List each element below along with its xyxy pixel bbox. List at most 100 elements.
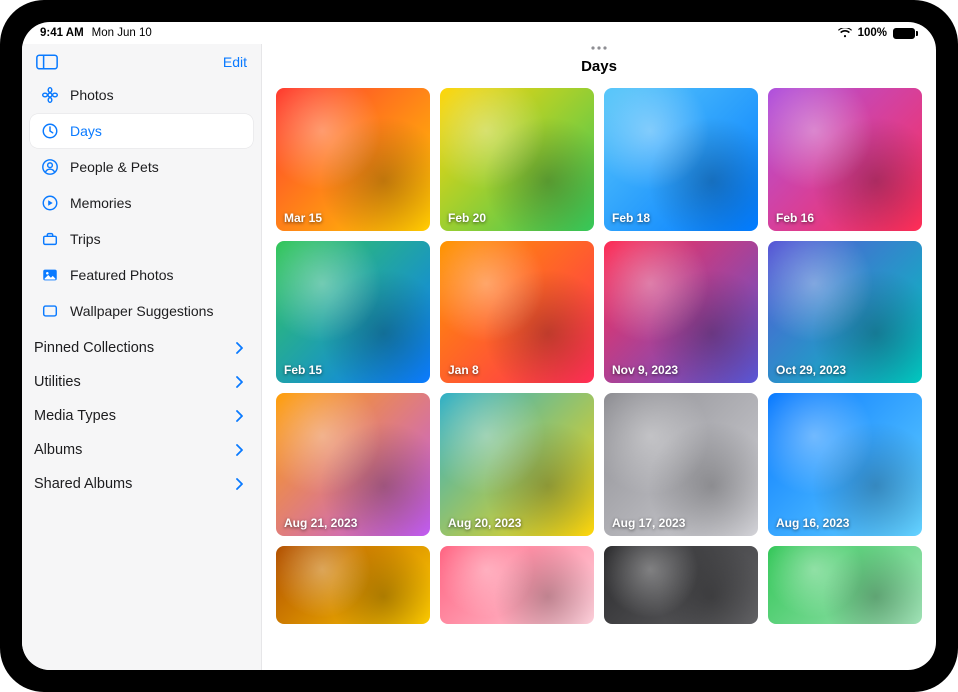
sidebar-item-wallpaper[interactable]: Wallpaper Suggestions xyxy=(30,294,253,328)
status-time: 9:41 AM xyxy=(40,27,84,39)
main-header: Days xyxy=(262,44,936,88)
status-bar: 9:41 AM Mon Jun 10 100% xyxy=(22,22,936,44)
chevron-right-icon xyxy=(235,376,243,388)
sidebar-group-label: Albums xyxy=(34,442,82,458)
sidebar-group-pinned[interactable]: Pinned Collections xyxy=(30,332,253,364)
tile-date-label: Nov 9, 2023 xyxy=(612,363,678,377)
sidebar-item-label: Memories xyxy=(70,195,131,211)
screen: 9:41 AM Mon Jun 10 100% E xyxy=(22,22,936,670)
day-tile[interactable]: Aug 21, 2023 xyxy=(276,393,430,536)
photo-thumbnail xyxy=(768,546,922,624)
chevron-right-icon xyxy=(235,342,243,354)
photo-thumbnail xyxy=(768,393,922,536)
sidebar-item-featured[interactable]: Featured Photos xyxy=(30,258,253,292)
sidebar-item-memories[interactable]: Memories xyxy=(30,186,253,220)
sidebar-item-label: Days xyxy=(70,123,102,139)
sidebar-item-trips[interactable]: Trips xyxy=(30,222,253,256)
sidebar: Edit Photos Days People & Pets Memories Trip… xyxy=(22,44,262,670)
wifi-icon xyxy=(838,28,852,38)
tile-date-label: Feb 15 xyxy=(284,363,322,377)
sidebar-item-people[interactable]: People & Pets xyxy=(30,150,253,184)
chevron-right-icon xyxy=(235,444,243,456)
tile-date-label: Feb 20 xyxy=(448,211,486,225)
sidebar-group-list: Pinned Collections Utilities Media Types Al… xyxy=(30,332,253,500)
sidebar-item-label: Wallpaper Suggestions xyxy=(70,303,213,319)
rect-icon xyxy=(40,301,60,321)
photo-thumbnail xyxy=(440,241,594,384)
content-area: Edit Photos Days People & Pets Memories Trip… xyxy=(22,44,936,670)
tile-date-label: Jan 8 xyxy=(448,363,479,377)
sidebar-item-label: Featured Photos xyxy=(70,267,174,283)
day-tile[interactable]: Nov 9, 2023 xyxy=(604,241,758,384)
day-tile[interactable]: Jan 8 xyxy=(440,241,594,384)
day-tile[interactable]: Feb 20 xyxy=(440,88,594,231)
photo-thumbnail xyxy=(604,88,758,231)
sidebar-item-label: People & Pets xyxy=(70,159,159,175)
photo-icon xyxy=(40,265,60,285)
sidebar-group-shared[interactable]: Shared Albums xyxy=(30,468,253,500)
day-tile[interactable]: Aug 20, 2023 xyxy=(440,393,594,536)
grid-scroll-area[interactable]: Mar 15 Feb 20 Feb 18 Feb 16 Feb 15 Jan 8 Nov 9… xyxy=(262,88,936,670)
days-grid: Mar 15 Feb 20 Feb 18 Feb 16 Feb 15 Jan 8 Nov 9… xyxy=(276,88,922,624)
tile-date-label: Oct 29, 2023 xyxy=(776,363,846,377)
tile-date-label: Aug 17, 2023 xyxy=(612,516,685,530)
day-tile[interactable] xyxy=(440,546,594,624)
tile-date-label: Feb 16 xyxy=(776,211,814,225)
battery-percent: 100% xyxy=(858,27,887,39)
play-icon xyxy=(40,193,60,213)
sidebar-group-albums[interactable]: Albums xyxy=(30,434,253,466)
day-tile[interactable] xyxy=(768,546,922,624)
sidebar-item-list: Photos Days People & Pets Memories Trips Feat… xyxy=(30,78,253,328)
main-panel: Days Mar 15 Feb 20 Feb 18 Feb 16 Feb 15 Jan 8… xyxy=(262,44,936,670)
day-tile[interactable]: Oct 29, 2023 xyxy=(768,241,922,384)
photo-thumbnail xyxy=(440,88,594,231)
sidebar-group-label: Utilities xyxy=(34,374,81,390)
sidebar-group-label: Media Types xyxy=(34,408,116,424)
day-tile[interactable]: Feb 16 xyxy=(768,88,922,231)
photo-thumbnail xyxy=(276,88,430,231)
chevron-right-icon xyxy=(235,478,243,490)
tile-date-label: Aug 20, 2023 xyxy=(448,516,521,530)
tile-date-label: Mar 15 xyxy=(284,211,322,225)
suitcase-icon xyxy=(40,229,60,249)
photo-thumbnail xyxy=(604,393,758,536)
day-tile[interactable]: Mar 15 xyxy=(276,88,430,231)
sidebar-group-mtypes[interactable]: Media Types xyxy=(30,400,253,432)
day-tile[interactable] xyxy=(276,546,430,624)
sidebar-item-photos[interactable]: Photos xyxy=(30,78,253,112)
day-tile[interactable]: Aug 17, 2023 xyxy=(604,393,758,536)
sidebar-group-label: Pinned Collections xyxy=(34,340,154,356)
photo-thumbnail xyxy=(604,546,758,624)
photo-thumbnail xyxy=(276,241,430,384)
photo-thumbnail xyxy=(440,546,594,624)
person-icon xyxy=(40,157,60,177)
sidebar-item-label: Trips xyxy=(70,231,101,247)
clock-icon xyxy=(40,121,60,141)
photo-thumbnail xyxy=(768,88,922,231)
day-tile[interactable]: Feb 15 xyxy=(276,241,430,384)
device-frame: 9:41 AM Mon Jun 10 100% E xyxy=(0,0,958,692)
sidebar-item-days[interactable]: Days xyxy=(30,114,253,148)
tile-date-label: Aug 21, 2023 xyxy=(284,516,357,530)
day-tile[interactable]: Feb 18 xyxy=(604,88,758,231)
chevron-right-icon xyxy=(235,410,243,422)
more-options-icon[interactable] xyxy=(588,42,610,54)
sidebar-item-label: Photos xyxy=(70,87,114,103)
tile-date-label: Feb 18 xyxy=(612,211,650,225)
flower-icon xyxy=(40,85,60,105)
battery-icon xyxy=(893,28,918,39)
photo-thumbnail xyxy=(440,393,594,536)
photo-thumbnail xyxy=(604,241,758,384)
photo-thumbnail xyxy=(768,241,922,384)
day-tile[interactable]: Aug 16, 2023 xyxy=(768,393,922,536)
sidebar-group-utils[interactable]: Utilities xyxy=(30,366,253,398)
sidebar-edit-button[interactable]: Edit xyxy=(223,54,247,70)
sidebar-group-label: Shared Albums xyxy=(34,476,132,492)
status-date: Mon Jun 10 xyxy=(92,27,152,39)
page-title: Days xyxy=(581,58,617,75)
tile-date-label: Aug 16, 2023 xyxy=(776,516,849,530)
photo-thumbnail xyxy=(276,393,430,536)
day-tile[interactable] xyxy=(604,546,758,624)
photo-thumbnail xyxy=(276,546,430,624)
sidebar-toggle-icon[interactable] xyxy=(36,54,58,70)
